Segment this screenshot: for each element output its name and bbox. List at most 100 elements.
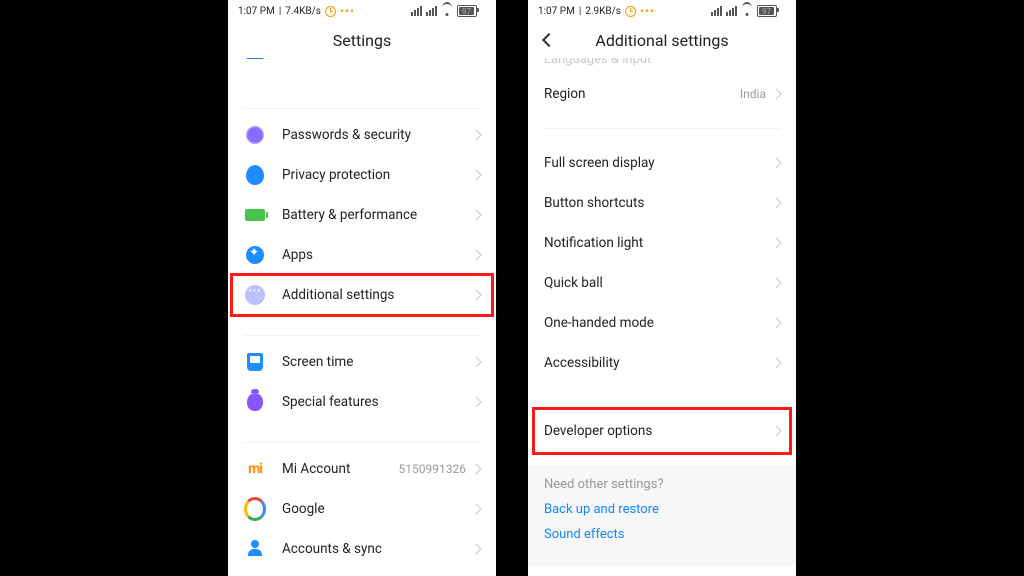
- row-languages-partial[interactable]: Languages & input: [528, 58, 796, 74]
- chevron-right-icon: [470, 289, 481, 300]
- shield-icon: [244, 124, 266, 146]
- chevron-right-icon: [470, 169, 481, 180]
- row-label: Region: [544, 86, 740, 102]
- row-label: Privacy protection: [282, 167, 472, 183]
- apps-icon: [244, 244, 266, 266]
- row-label: Passwords & security: [282, 127, 472, 143]
- wifi-icon: [441, 6, 453, 16]
- row-label: Accessibility: [544, 355, 772, 371]
- themes-icon: [244, 58, 266, 63]
- link-backup-restore[interactable]: Back up and restore: [544, 502, 780, 517]
- chevron-right-icon: [770, 157, 781, 168]
- group-digital: Screen time Special features: [228, 342, 496, 422]
- group-security: Passwords & security Privacy protection …: [228, 115, 496, 315]
- net-speed: 7.4KB/s: [285, 6, 321, 17]
- row-accounts-sync[interactable]: Accounts & sync: [228, 529, 496, 569]
- row-battery-performance[interactable]: Battery & performance: [228, 195, 496, 235]
- chevron-right-icon: [470, 249, 481, 260]
- row-label: Screen time: [282, 354, 472, 370]
- row-label: Themes: [282, 58, 472, 60]
- group-accounts: mi Mi Account 5150991326 Google Accounts…: [228, 449, 496, 569]
- status-bar: 1:07 PM | 7.4KB/s ••• 97: [228, 0, 496, 22]
- header: Settings: [228, 22, 496, 58]
- wifi-icon: [741, 6, 753, 16]
- signal-icon: [726, 6, 737, 16]
- alarm-icon: [625, 6, 636, 17]
- row-label: Additional settings: [282, 287, 472, 303]
- footer-question: Need other settings?: [544, 477, 780, 492]
- privacy-icon: [244, 164, 266, 186]
- row-label: Battery & performance: [282, 207, 472, 223]
- net-speed: 2.9KB/s: [585, 6, 621, 17]
- row-full-screen-display[interactable]: Full screen display: [528, 143, 796, 183]
- footer-card: Need other settings? Back up and restore…: [528, 465, 796, 566]
- row-apps[interactable]: Apps: [228, 235, 496, 275]
- row-label: Full screen display: [544, 155, 772, 171]
- row-label: Special features: [282, 394, 472, 410]
- page-title: Additional settings: [595, 31, 728, 50]
- row-label: Button shortcuts: [544, 195, 772, 211]
- row-accessibility[interactable]: Accessibility: [528, 343, 796, 383]
- row-label: Mi Account: [282, 461, 399, 477]
- row-label: Notification light: [544, 235, 772, 251]
- mi-icon: mi: [244, 458, 266, 480]
- row-value: 5150991326: [399, 462, 466, 476]
- chevron-right-icon: [770, 277, 781, 288]
- chevron-right-icon: [770, 357, 781, 368]
- signal-icon: [711, 6, 722, 16]
- row-notification-light[interactable]: Notification light: [528, 223, 796, 263]
- row-region[interactable]: Region India: [528, 74, 796, 114]
- chevron-right-icon: [770, 317, 781, 328]
- row-privacy-protection[interactable]: Privacy protection: [228, 155, 496, 195]
- chevron-right-icon: [470, 543, 481, 554]
- row-label: Accounts & sync: [282, 541, 472, 557]
- screen-time-icon: [244, 351, 266, 373]
- row-label: Quick ball: [544, 275, 772, 291]
- chevron-right-icon: [470, 396, 481, 407]
- chevron-right-icon: [470, 129, 481, 140]
- row-label: Apps: [282, 247, 472, 263]
- signal-icon: [411, 6, 422, 16]
- chevron-right-icon: [470, 356, 481, 367]
- row-quick-ball[interactable]: Quick ball: [528, 263, 796, 303]
- clock-text: 1:07 PM: [538, 6, 575, 17]
- row-label: One-handed mode: [544, 315, 772, 331]
- row-passwords-security[interactable]: Passwords & security: [228, 115, 496, 155]
- row-additional-settings[interactable]: Additional settings: [228, 275, 496, 315]
- row-developer-options[interactable]: Developer options: [528, 411, 796, 451]
- row-screen-time[interactable]: Screen time: [228, 342, 496, 382]
- battery-icon: 97: [457, 5, 486, 17]
- partial-row-top: Themes: [228, 58, 496, 72]
- header: Additional settings: [528, 22, 796, 58]
- row-one-handed-mode[interactable]: One-handed mode: [528, 303, 796, 343]
- chevron-right-icon: [470, 463, 481, 474]
- row-button-shortcuts[interactable]: Button shortcuts: [528, 183, 796, 223]
- row-label: Developer options: [544, 423, 772, 439]
- alarm-icon: [325, 6, 336, 17]
- chevron-right-icon: [770, 425, 781, 436]
- phone-settings: 1:07 PM | 7.4KB/s ••• 97 Settings Themes: [228, 0, 496, 576]
- row-google[interactable]: Google: [228, 489, 496, 529]
- row-label: Google: [282, 501, 472, 517]
- back-arrow-icon[interactable]: [540, 31, 558, 49]
- row-themes[interactable]: Themes: [228, 58, 496, 72]
- row-special-features[interactable]: Special features: [228, 382, 496, 422]
- more-icon: [244, 284, 266, 306]
- more-notif-icon: •••: [340, 8, 355, 14]
- chevron-right-icon: [770, 88, 781, 99]
- row-mi-account[interactable]: mi Mi Account 5150991326: [228, 449, 496, 489]
- more-notif-icon: •••: [640, 8, 655, 14]
- row-value: India: [740, 87, 766, 101]
- page-title: Settings: [333, 31, 391, 50]
- signal-icon: [426, 6, 437, 16]
- features-icon: [244, 391, 266, 413]
- chevron-right-icon: [770, 237, 781, 248]
- account-icon: [244, 538, 266, 560]
- stage: 1:07 PM | 7.4KB/s ••• 97 Settings Themes: [0, 0, 1024, 576]
- link-sound-effects[interactable]: Sound effects: [544, 527, 780, 542]
- chevron-right-icon: [470, 209, 481, 220]
- status-bar: 1:07 PM | 2.9KB/s ••• 97: [528, 0, 796, 22]
- phone-additional-settings: 1:07 PM | 2.9KB/s ••• 97 Additional sett…: [528, 0, 796, 576]
- chevron-right-icon: [470, 503, 481, 514]
- chevron-right-icon: [770, 197, 781, 208]
